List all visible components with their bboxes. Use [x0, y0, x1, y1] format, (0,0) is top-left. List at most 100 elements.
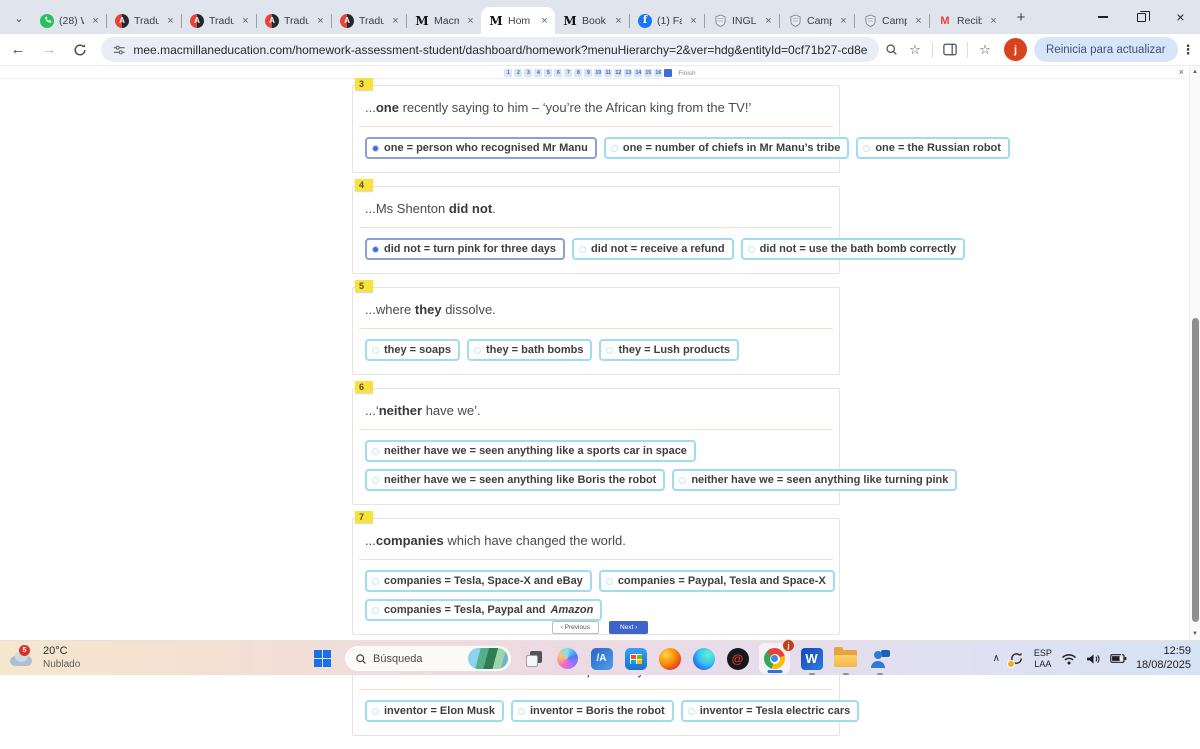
tab-close-icon[interactable]: ×	[687, 15, 700, 27]
word-button[interactable]: W	[799, 646, 824, 671]
tab-translate-3[interactable]: A Tradu ×	[257, 7, 331, 34]
scrollbar-down-icon[interactable]: ▼	[1190, 628, 1200, 640]
pager-page[interactable]: 6	[554, 69, 563, 77]
pager-page[interactable]: 2	[514, 69, 523, 77]
taskbar-clock[interactable]: 12:59 18/08/2025	[1136, 645, 1191, 673]
tray-chevron-icon[interactable]: ∧	[993, 653, 1000, 664]
battery-icon[interactable]	[1110, 653, 1127, 664]
tab-macmillan[interactable]: M Macm ×	[407, 7, 481, 34]
tab-translate-2[interactable]: A Tradu ×	[182, 7, 256, 34]
answer-option[interactable]: inventor = Tesla electric cars	[680, 700, 860, 722]
restore-button[interactable]	[1122, 2, 1161, 32]
firefox-button[interactable]	[657, 646, 682, 671]
volume-icon[interactable]	[1086, 653, 1101, 665]
pager-page[interactable]: 12	[614, 69, 623, 77]
bookmark-all-icon[interactable]: ☆	[973, 38, 997, 62]
tab-close-icon[interactable]: ×	[164, 15, 177, 27]
tab-whatsapp[interactable]: (28) W ×	[32, 7, 106, 34]
answer-option[interactable]: companies = Tesla, Paypal and Amazon	[365, 599, 603, 621]
minimize-button[interactable]	[1083, 2, 1122, 32]
bookmark-star-icon[interactable]: ☆	[903, 38, 927, 62]
translate-app-button[interactable]: /A	[589, 646, 614, 671]
tab-book[interactable]: M Book ×	[555, 7, 629, 34]
tab-translate-1[interactable]: A Tradu ×	[107, 7, 181, 34]
copilot-button[interactable]	[555, 646, 580, 671]
pager-page[interactable]: 16	[654, 69, 663, 77]
back-button[interactable]: ←	[5, 37, 31, 63]
scrollbar-thumb[interactable]	[1192, 318, 1199, 622]
zoom-icon[interactable]	[879, 38, 903, 62]
language-indicator[interactable]: ESP LAA	[1034, 648, 1052, 670]
pager-page[interactable]: 7	[564, 69, 573, 77]
page-scrollbar[interactable]: ▲ ▼	[1189, 66, 1200, 640]
pager-current-page[interactable]	[664, 69, 673, 77]
tab-close-icon[interactable]: ×	[89, 15, 102, 27]
pager-page[interactable]: 15	[644, 69, 653, 77]
profile-avatar[interactable]: j	[1004, 38, 1027, 61]
file-explorer-button[interactable]	[833, 646, 858, 671]
restart-to-update-button[interactable]: Reinicia para actualizar	[1034, 37, 1178, 62]
tab-close-icon[interactable]: ×	[612, 15, 625, 27]
exercise-close-icon[interactable]: ×	[1179, 67, 1184, 77]
reload-button[interactable]	[67, 37, 93, 63]
pager-page[interactable]: 1	[504, 69, 513, 77]
address-bar[interactable]: mee.macmillaneducation.com/homework-asse…	[101, 37, 879, 62]
tab-close-icon[interactable]: ×	[538, 15, 551, 27]
tab-close-icon[interactable]: ×	[389, 15, 402, 27]
pager-page[interactable]: 14	[634, 69, 643, 77]
tab-ingl[interactable]: INGL ×	[705, 7, 779, 34]
answer-option[interactable]: inventor = Boris the robot	[510, 700, 674, 722]
pager-page[interactable]: 8	[574, 69, 583, 77]
sync-button[interactable]	[1006, 651, 1025, 668]
side-panel-icon[interactable]	[938, 38, 962, 62]
task-view-button[interactable]	[521, 646, 546, 671]
tab-close-icon[interactable]: ×	[239, 15, 252, 27]
taskbar-search[interactable]: Búsqueda	[344, 645, 512, 672]
pager-page[interactable]: 5	[544, 69, 553, 77]
answer-option[interactable]: companies = Paypal, Tesla and Space-X	[598, 570, 835, 592]
tab-gmail[interactable]: M Recib ×	[930, 7, 1004, 34]
pager-page[interactable]: 13	[624, 69, 633, 77]
answer-option[interactable]: did not = use the bath bomb correctly	[740, 238, 966, 260]
tab-close-icon[interactable]: ×	[837, 15, 850, 27]
answer-option[interactable]: one = number of chiefs in Mr Manu’s trib…	[603, 137, 850, 159]
tab-close-icon[interactable]: ×	[762, 15, 775, 27]
answer-option[interactable]: did not = receive a refund	[572, 238, 734, 260]
close-button[interactable]: ×	[1161, 2, 1200, 32]
answer-option[interactable]: one = the Russian robot	[856, 137, 1010, 159]
pager-page[interactable]: 3	[524, 69, 533, 77]
pager-page[interactable]: 10	[594, 69, 603, 77]
url-text[interactable]: mee.macmillaneducation.com/homework-asse…	[133, 43, 867, 57]
edge-button[interactable]	[691, 646, 716, 671]
answer-option[interactable]: one = person who recognised Mr Manu	[365, 137, 597, 159]
scrollbar-up-icon[interactable]: ▲	[1190, 66, 1200, 78]
answer-option[interactable]: did not = turn pink for three days	[365, 238, 566, 260]
tab-facebook[interactable]: f (1) Fa ×	[630, 7, 704, 34]
answer-option[interactable]: neither have we = seen anything like Bor…	[365, 469, 666, 491]
answer-option[interactable]: companies = Tesla, Space-X and eBay	[365, 570, 592, 592]
wifi-icon[interactable]	[1061, 653, 1077, 665]
answer-option[interactable]: they = bath bombs	[466, 339, 593, 361]
tab-close-icon[interactable]: ×	[912, 15, 925, 27]
tab-translate-4[interactable]: A Tradu ×	[332, 7, 406, 34]
answer-option[interactable]: they = soaps	[365, 339, 460, 361]
tab-search-icon[interactable]: ⌄	[8, 7, 30, 29]
tab-close-icon[interactable]: ×	[464, 15, 477, 27]
pager-page[interactable]: 9	[584, 69, 593, 77]
start-button[interactable]	[310, 646, 335, 671]
microsoft-store-button[interactable]	[623, 646, 648, 671]
previous-button[interactable]: ‹ Previous	[551, 621, 599, 634]
browser-menu-icon[interactable]: ⋮	[1182, 42, 1195, 58]
finish-label[interactable]: Finish	[678, 70, 695, 77]
next-button[interactable]: Next ›	[608, 621, 649, 634]
answer-option[interactable]: inventor = Elon Musk	[365, 700, 504, 722]
chrome-button-active[interactable]: j	[759, 639, 795, 674]
pager-page[interactable]: 4	[534, 69, 543, 77]
tab-close-icon[interactable]: ×	[314, 15, 327, 27]
pager-page[interactable]: 11	[604, 69, 613, 77]
answer-option[interactable]: neither have we = seen anything like a s…	[365, 440, 696, 462]
new-tab-button[interactable]: +	[1010, 6, 1032, 28]
answer-option[interactable]: they = Lush products	[599, 339, 739, 361]
tab-campus-1[interactable]: Camp ×	[780, 7, 854, 34]
answer-option[interactable]: neither have we = seen anything like tur…	[672, 469, 958, 491]
